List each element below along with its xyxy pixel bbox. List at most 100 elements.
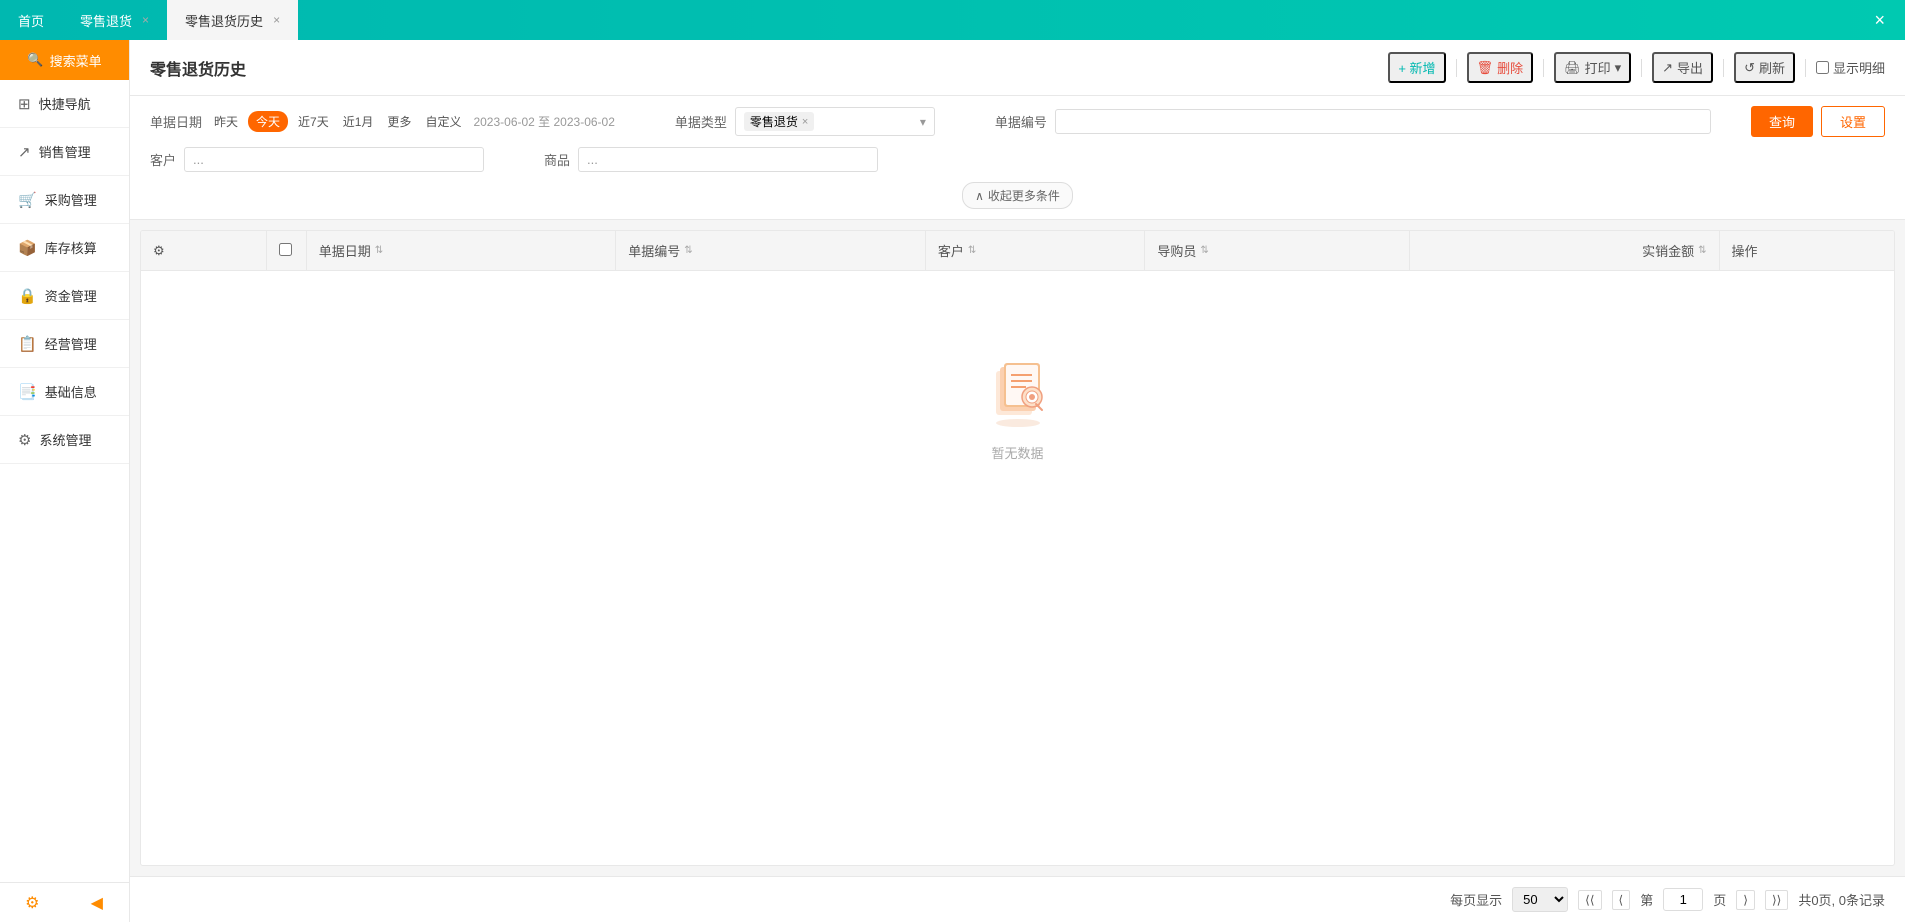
page-first-button[interactable]: ⟨⟨ xyxy=(1578,890,1601,910)
sidebar-menu-button[interactable]: ◀ xyxy=(65,883,130,922)
page-last-button[interactable]: ⟩⟩ xyxy=(1765,890,1788,910)
pagination-bar: 每页显示 10 20 50 100 ⟨⟨ ⟨ 第 页 ⟩ ⟩⟩ 共0页, 0条记… xyxy=(130,876,1905,922)
export-label: 导出 xyxy=(1677,58,1703,77)
display-detail-input[interactable] xyxy=(1816,61,1829,74)
th-guide-sort[interactable]: 导购员 ⇅ xyxy=(1157,241,1397,260)
divider-5 xyxy=(1805,59,1806,77)
query-button[interactable]: 查询 xyxy=(1751,106,1813,137)
finance-icon: 🔒 xyxy=(18,287,37,305)
date-btn-1month[interactable]: 近1月 xyxy=(339,111,378,132)
date-range-display: 2023-06-02 至 2023-06-02 xyxy=(473,113,614,130)
th-settings[interactable]: ⚙ xyxy=(141,231,266,271)
refresh-label: 刷新 xyxy=(1759,58,1785,77)
sidebar-item-finance-label: 资金管理 xyxy=(45,286,97,305)
th-amount: 实销金额 ⇅ xyxy=(1409,231,1719,271)
inventory-icon: 📦 xyxy=(18,239,37,257)
sidebar-item-basic-info[interactable]: 📑 基础信息 xyxy=(0,368,129,416)
refresh-button[interactable]: ↺ 刷新 xyxy=(1734,52,1795,83)
th-number-label: 单据编号 xyxy=(628,241,680,260)
select-all-checkbox[interactable] xyxy=(279,243,292,256)
print-button[interactable]: 🖨 打印 ▾ xyxy=(1554,52,1631,83)
sidebar-item-purchase-label: 采购管理 xyxy=(45,190,97,209)
sort-amount-icon: ⇅ xyxy=(1698,245,1706,256)
collapse-icon: ∧ xyxy=(975,189,984,203)
collapse-button[interactable]: ∧ 收起更多条件 xyxy=(962,182,1073,209)
th-action: 操作 xyxy=(1719,231,1894,271)
tab-retail-return-history-label: 零售退货历史 xyxy=(185,11,263,30)
th-customer-label: 客户 xyxy=(938,241,964,260)
th-checkbox[interactable] xyxy=(266,231,306,271)
tab-retail-return[interactable]: 零售退货 × xyxy=(62,0,167,40)
sidebar-item-finance[interactable]: 🔒 资金管理 xyxy=(0,272,129,320)
empty-state-cell: 暂无数据 xyxy=(141,271,1894,543)
th-amount-sort[interactable]: 实销金额 ⇅ xyxy=(1422,241,1707,260)
tab-retail-return-close[interactable]: × xyxy=(142,13,149,27)
sort-date-icon: ⇅ xyxy=(375,245,383,256)
sidebar-item-system[interactable]: ⚙ 系统管理 xyxy=(0,416,129,464)
page-label: 第 xyxy=(1640,890,1653,909)
page-size-select[interactable]: 10 20 50 100 xyxy=(1512,887,1568,912)
voucher-type-filter: 单据类型 零售退货 × ▾ xyxy=(675,107,935,136)
voucher-type-select[interactable]: 零售退货 × ▾ xyxy=(735,107,935,136)
page-number-input[interactable] xyxy=(1663,888,1703,911)
main-layout: 🔍 搜索菜单 ⊞ 快捷导航 ↗ 销售管理 🛒 采购管理 📦 库存核算 🔒 资金管… xyxy=(0,40,1905,922)
voucher-number-label: 单据编号 xyxy=(995,112,1047,131)
display-detail-checkbox[interactable]: 显示明细 xyxy=(1816,58,1885,77)
divider-2 xyxy=(1543,59,1544,77)
top-bar: 首页 零售退货 × 零售退货历史 × × xyxy=(0,0,1905,40)
date-btn-custom[interactable]: 自定义 xyxy=(421,111,465,132)
search-icon: 🔍 xyxy=(27,52,43,68)
sidebar-item-shortcuts[interactable]: ⊞ 快捷导航 xyxy=(0,80,129,128)
date-btn-more[interactable]: 更多 xyxy=(383,111,415,132)
customer-select[interactable]: ... xyxy=(184,147,484,172)
empty-state: 暂无数据 xyxy=(141,271,1894,542)
delete-button[interactable]: 🗑 删除 xyxy=(1467,52,1534,83)
voucher-type-tag: 零售退货 × xyxy=(744,112,814,131)
goods-ellipsis: ... xyxy=(587,152,598,167)
sidebar-item-shortcuts-label: 快捷导航 xyxy=(39,94,91,113)
window-close-button[interactable]: × xyxy=(1874,11,1885,29)
th-date-sort[interactable]: 单据日期 ⇅ xyxy=(319,241,604,260)
tab-home[interactable]: 首页 xyxy=(0,0,62,40)
data-table: ⚙ 单据日期 ⇅ 单据编号 xyxy=(141,231,1894,542)
shortcuts-icon: ⊞ xyxy=(18,95,31,113)
settings-button[interactable]: 设置 xyxy=(1821,106,1885,137)
date-btn-today[interactable]: 今天 xyxy=(248,111,288,132)
purchase-icon: 🛒 xyxy=(18,191,37,209)
print-label: 打印 xyxy=(1585,58,1611,77)
sidebar-item-sales[interactable]: ↗ 销售管理 xyxy=(0,128,129,176)
goods-select[interactable]: ... xyxy=(578,147,878,172)
delete-icon: 🗑 xyxy=(1477,60,1494,76)
total-info: 共0页, 0条记录 xyxy=(1798,890,1885,909)
customer-filter: 客户 ... xyxy=(150,147,484,172)
th-customer-sort[interactable]: 客户 ⇅ xyxy=(938,241,1133,260)
page-prev-button[interactable]: ⟨ xyxy=(1612,890,1631,910)
date-filter: 单据日期 昨天 今天 近7天 近1月 更多 自定义 2023-06-02 至 2… xyxy=(150,111,615,132)
page-next-button[interactable]: ⟩ xyxy=(1736,890,1755,910)
sidebar-item-management[interactable]: 📋 经营管理 xyxy=(0,320,129,368)
voucher-type-tag-text: 零售退货 xyxy=(750,113,798,130)
sidebar-item-inventory[interactable]: 📦 库存核算 xyxy=(0,224,129,272)
sidebar-settings-button[interactable]: ⚙ xyxy=(0,883,65,922)
sort-guide-icon: ⇅ xyxy=(1200,245,1208,256)
content-area: 零售退货历史 + 新增 🗑 删除 🖨 打印 ▾ xyxy=(130,40,1905,922)
empty-text: 暂无数据 xyxy=(991,443,1043,462)
date-btn-yesterday[interactable]: 昨天 xyxy=(210,111,242,132)
toolbar: + 新增 🗑 删除 🖨 打印 ▾ ↗ 导出 xyxy=(1388,52,1885,83)
divider-4 xyxy=(1723,59,1724,77)
page-title: 零售退货历史 xyxy=(150,56,246,80)
sidebar-search[interactable]: 🔍 搜索菜单 xyxy=(0,40,129,80)
empty-illustration xyxy=(978,351,1058,431)
tab-retail-return-label: 零售退货 xyxy=(80,11,132,30)
export-button[interactable]: ↗ 导出 xyxy=(1652,52,1713,83)
sidebar-search-label: 搜索菜单 xyxy=(50,51,102,70)
tab-retail-return-history[interactable]: 零售退货历史 × xyxy=(167,0,298,40)
date-btn-7days[interactable]: 近7天 xyxy=(294,111,333,132)
th-number-sort[interactable]: 单据编号 ⇅ xyxy=(628,241,913,260)
voucher-number-input[interactable] xyxy=(1055,109,1711,134)
sort-customer-icon: ⇅ xyxy=(968,245,976,256)
tab-retail-return-history-close[interactable]: × xyxy=(273,13,280,27)
new-button[interactable]: + 新增 xyxy=(1388,52,1445,83)
voucher-type-tag-close[interactable]: × xyxy=(802,116,808,128)
sidebar-item-purchase[interactable]: 🛒 采购管理 xyxy=(0,176,129,224)
